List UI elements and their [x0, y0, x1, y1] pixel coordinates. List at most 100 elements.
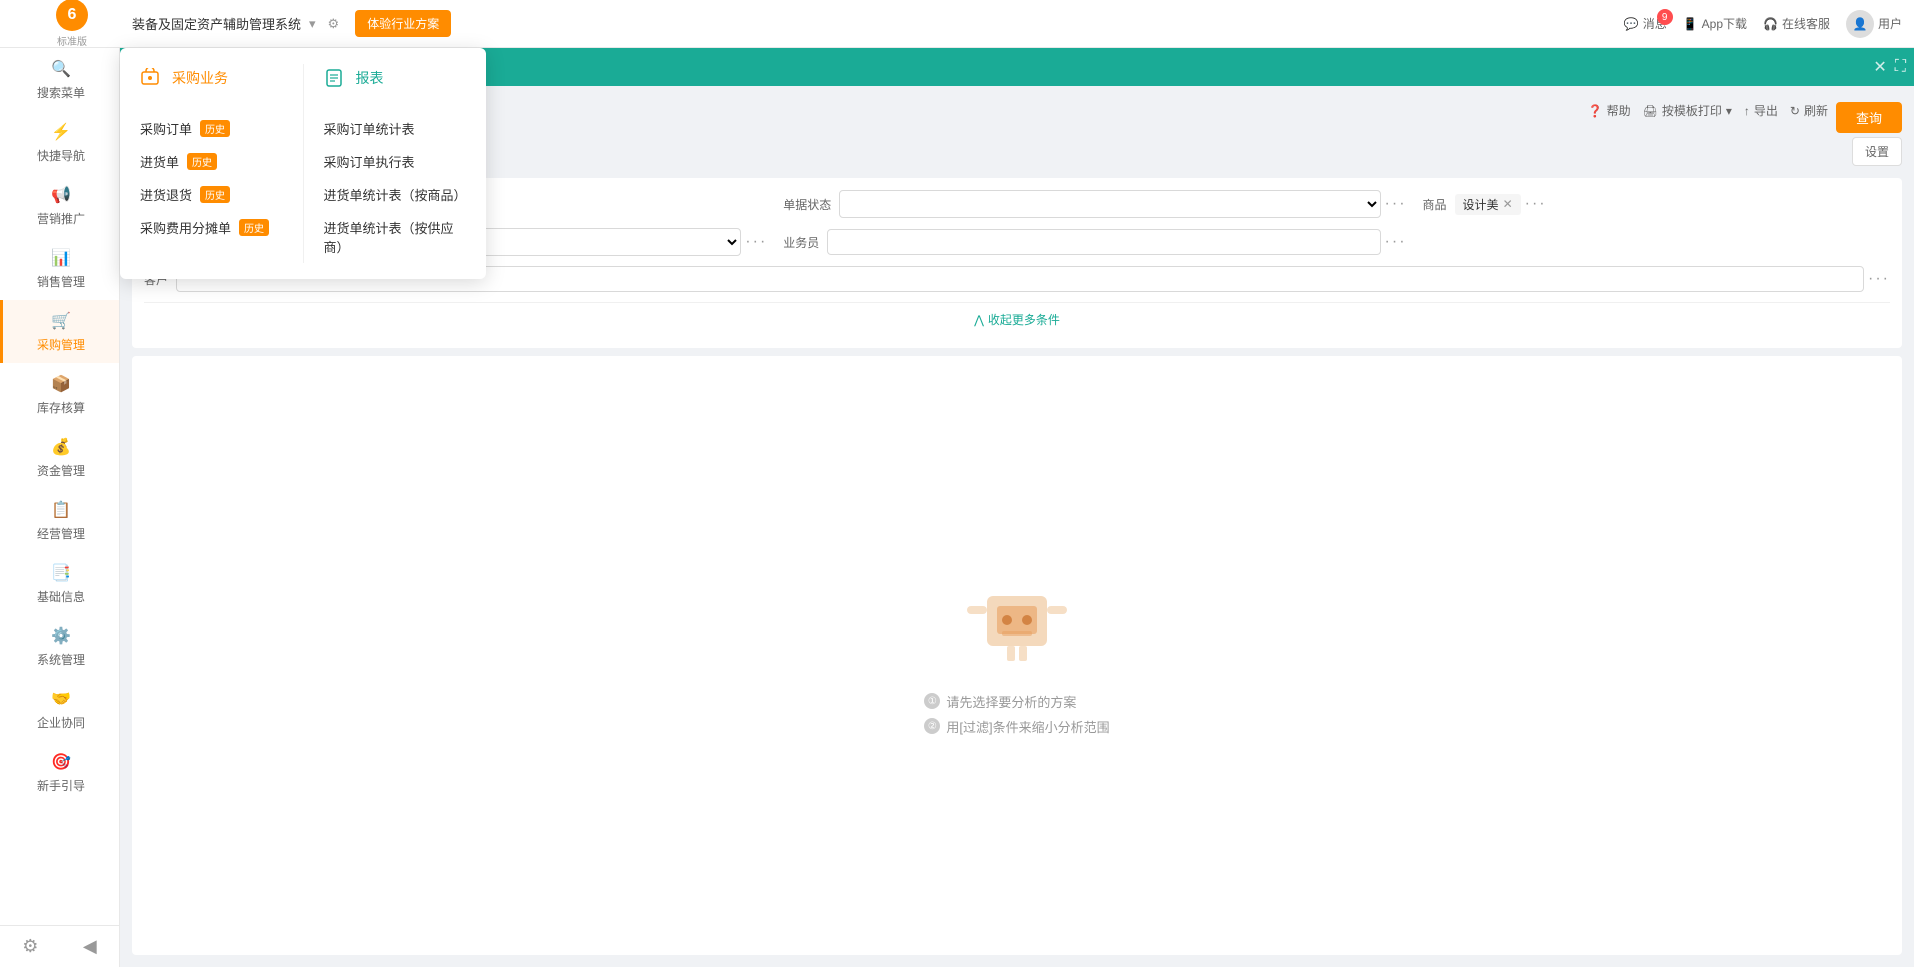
menu-divider: [303, 64, 304, 263]
hist-badge-1: 历史: [187, 153, 217, 170]
hist-badge-0: 历史: [200, 120, 230, 137]
menu-item-report-3[interactable]: 进货单统计表（按供应商）: [320, 211, 471, 263]
goods-label: 商品: [1423, 196, 1447, 213]
salesman-filter: 业务员 ···: [783, 229, 1406, 255]
sidebar-item-operations[interactable]: 📋 经营管理: [0, 489, 119, 552]
messages-button[interactable]: 💬 消息 9: [1624, 15, 1667, 32]
menu-item-purchase-order[interactable]: 采购订单 历史: [136, 112, 287, 145]
system-name: 装备及固定资产辅助管理系统: [132, 14, 301, 33]
menu-item-report-2[interactable]: 进货单统计表（按商品）: [320, 178, 471, 211]
query-button[interactable]: 查询: [1836, 102, 1902, 133]
avatar: 👤: [1846, 10, 1874, 38]
sidebar: 🔍 搜索菜单 ⚡ 快捷导航 📢 营销推广 📊 销售管理 🛒 采购管理 📦 库存核…: [0, 48, 120, 967]
sidebar-item-search[interactable]: 🔍 搜索菜单: [0, 48, 119, 111]
purchase-section-icon: [136, 64, 164, 92]
system-title: 装备及固定资产辅助管理系统 ▾ ⚙ 体验行业方案: [132, 10, 1624, 37]
finance-icon: 💰: [50, 436, 72, 458]
help-icon: ❓: [1588, 104, 1603, 118]
top-header: 6 标准版 装备及固定资产辅助管理系统 ▾ ⚙ 体验行业方案 💬 消息 9 📱 …: [0, 0, 1914, 48]
purchase-section: 采购业务 采购订单 历史 进货单 历史 进货退货 历史 采购费用分摊单 历史: [136, 64, 287, 263]
logo-icon: 6: [56, 0, 88, 31]
goods-tag: 设计美 ✕: [1455, 194, 1521, 215]
refresh-button[interactable]: ↻ 刷新: [1790, 102, 1828, 119]
sidebar-bottom: ⚙ ◀: [0, 925, 119, 967]
print-template-button[interactable]: 🖨 按模板打印 ▾: [1643, 102, 1732, 119]
sidebar-collapse-icon[interactable]: ◀: [83, 936, 97, 957]
sidebar-item-basic-info[interactable]: 📑 基础信息: [0, 552, 119, 615]
refresh-icon: ↻: [1790, 104, 1800, 118]
rank-more-icon[interactable]: ···: [745, 233, 767, 251]
phone-icon: 📱: [1683, 17, 1698, 31]
salesman-input[interactable]: [827, 229, 1380, 255]
tab-actions: ✕ ⛶: [1873, 57, 1906, 77]
sidebar-item-inventory[interactable]: 📦 库存核算: [0, 363, 119, 426]
sidebar-item-enterprise[interactable]: 🤝 企业协同: [0, 678, 119, 741]
reports-section-icon: [320, 64, 348, 92]
goods-tag-close-icon[interactable]: ✕: [1503, 197, 1513, 211]
purchase-section-title: 采购业务: [136, 64, 287, 100]
purchase-dropdown-menu: 采购业务 采购订单 历史 进货单 历史 进货退货 历史 采购费用分摊单 历史: [120, 48, 486, 279]
sidebar-item-sales[interactable]: 📊 销售管理: [0, 237, 119, 300]
message-icon: 💬: [1624, 17, 1639, 31]
sidebar-item-marketing[interactable]: 📢 营销推广: [0, 174, 119, 237]
hint-num-1: ①: [924, 693, 940, 709]
menu-item-report-1[interactable]: 采购订单执行表: [320, 145, 471, 178]
empty-state: ① 请先选择要分析的方案 ② 用[过滤]条件来缩小分析范围: [132, 356, 1902, 955]
search-icon: 🔍: [50, 58, 72, 80]
salesman-label: 业务员: [783, 234, 819, 251]
sidebar-item-system[interactable]: ⚙️ 系统管理: [0, 615, 119, 678]
hist-badge-3: 历史: [239, 219, 269, 236]
app-download-button[interactable]: 📱 App下载: [1683, 15, 1747, 32]
reports-section-title: 报表: [320, 64, 471, 100]
doc-status-label: 单据状态: [783, 196, 831, 213]
sidebar-item-purchase[interactable]: 🛒 采购管理: [0, 300, 119, 363]
dropdown-arrow-icon[interactable]: ▾: [309, 16, 316, 32]
doc-status-more-icon[interactable]: ···: [1385, 195, 1407, 213]
operations-icon: 📋: [50, 499, 72, 521]
export-button[interactable]: ↑ 导出: [1744, 102, 1778, 119]
industry-button[interactable]: 体验行业方案: [355, 10, 451, 37]
logo-area: 6 标准版: [12, 0, 132, 48]
sidebar-item-newbie[interactable]: 🎯 新手引导: [0, 741, 119, 804]
user-menu-button[interactable]: 👤 用户: [1846, 10, 1902, 38]
logo-text: 标准版: [57, 33, 87, 48]
empty-illustration: [957, 576, 1077, 676]
hist-badge-2: 历史: [200, 186, 230, 203]
print-icon: 🖨: [1643, 104, 1658, 118]
inventory-icon: 📦: [50, 373, 72, 395]
customer-more-icon[interactable]: ···: [1868, 270, 1890, 288]
collapse-button[interactable]: ⋀ 收起更多条件: [144, 302, 1890, 336]
print-dropdown-icon: ▾: [1726, 104, 1732, 118]
goods-filter: 商品 设计美 ✕ ···: [1423, 194, 1890, 215]
empty-hint-2: ② 用[过滤]条件来缩小分析范围: [924, 717, 1109, 736]
menu-item-report-0[interactable]: 采购订单统计表: [320, 112, 471, 145]
collapse-up-icon: ⋀: [974, 313, 984, 327]
sidebar-item-quicknav[interactable]: ⚡ 快捷导航: [0, 111, 119, 174]
system-icon: ⚙️: [50, 625, 72, 647]
reports-section: 报表 采购订单统计表 采购订单执行表 进货单统计表（按商品） 进货单统计表（按供…: [320, 64, 471, 263]
sidebar-settings-icon[interactable]: ⚙: [22, 936, 38, 957]
hint-num-2: ②: [924, 718, 940, 734]
header-right: 💬 消息 9 📱 App下载 🎧 在线客服 👤 用户: [1624, 10, 1902, 38]
online-service-button[interactable]: 🎧 在线客服: [1763, 15, 1830, 32]
message-badge: 9: [1657, 9, 1673, 25]
goods-more-icon[interactable]: ···: [1525, 195, 1547, 213]
export-icon: ↑: [1744, 104, 1750, 118]
menu-item-purchase-expense[interactable]: 采购费用分摊单 历史: [136, 211, 287, 244]
menu-item-receipt[interactable]: 进货单 历史: [136, 145, 287, 178]
sidebar-item-finance[interactable]: 💰 资金管理: [0, 426, 119, 489]
salesman-more-icon[interactable]: ···: [1385, 233, 1407, 251]
newbie-icon: 🎯: [50, 751, 72, 773]
tab-close-all-icon[interactable]: ✕: [1873, 57, 1886, 77]
quicknav-icon: ⚡: [50, 121, 72, 143]
settings-button[interactable]: 设置: [1852, 137, 1902, 166]
tab-expand-icon[interactable]: ⛶: [1895, 58, 1906, 76]
help-button[interactable]: ❓ 帮助: [1588, 102, 1631, 119]
marketing-icon: 📢: [50, 184, 72, 206]
doc-status-select[interactable]: [839, 190, 1380, 218]
menu-item-return[interactable]: 进货退货 历史: [136, 178, 287, 211]
enterprise-icon: 🤝: [50, 688, 72, 710]
gear-icon[interactable]: ⚙: [328, 16, 340, 32]
doc-status-filter: 单据状态 ···: [783, 190, 1406, 218]
purchase-icon: 🛒: [50, 310, 72, 332]
